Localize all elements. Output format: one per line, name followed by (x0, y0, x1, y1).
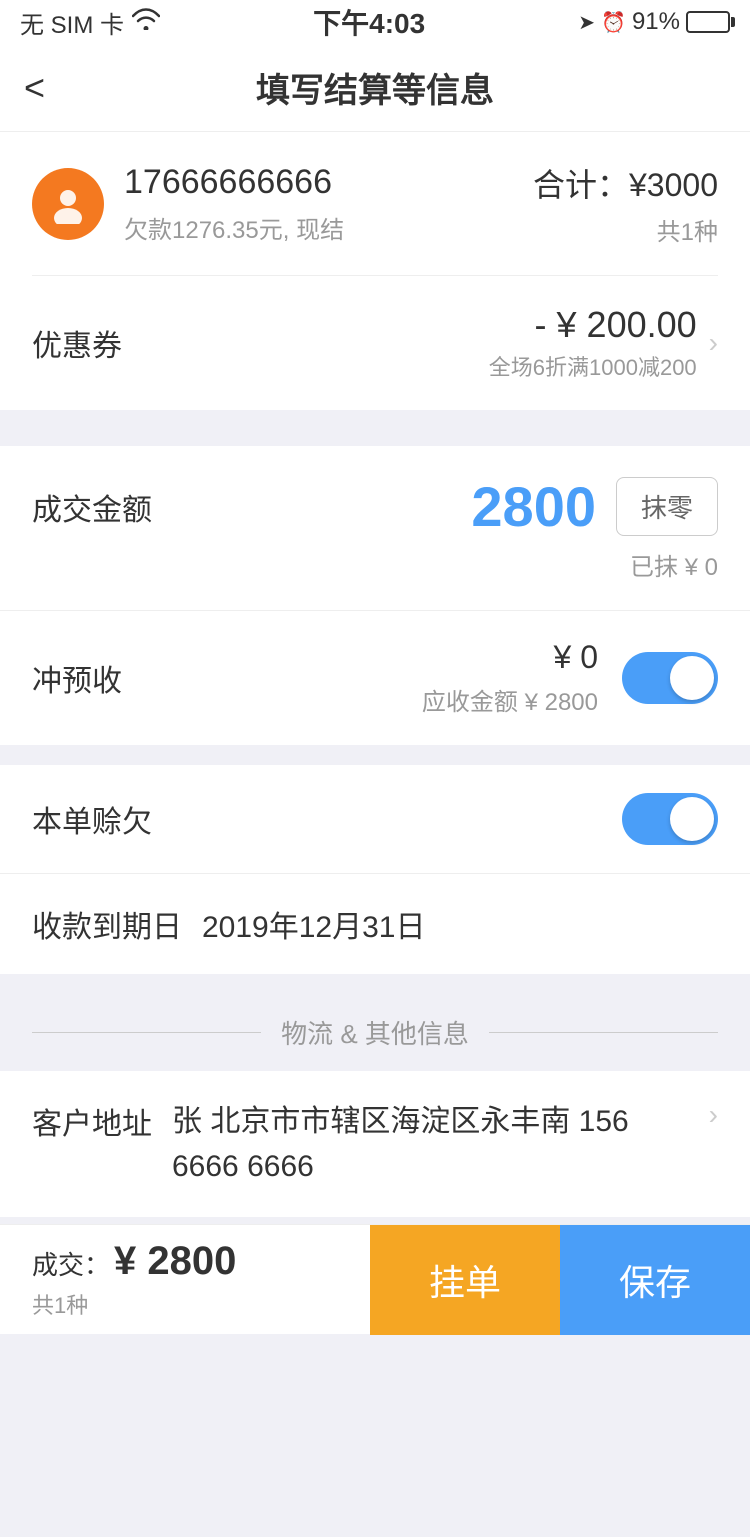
deal-section: 成交金额 2800 抹零 已抹 ¥ 0 (0, 446, 750, 610)
debt-row: 本单赊欠 (0, 765, 750, 873)
debt-label: 本单赊欠 (32, 797, 152, 841)
footer-deal-label: 成交： (32, 1245, 110, 1282)
status-bar: 无 SIM 卡 下午4:03 ➤ ⏰ 91% (0, 0, 750, 44)
section-divider-1 (0, 426, 750, 446)
pre-desc: 应收金额 ¥ 2800 (422, 682, 598, 717)
coupon-right: - ¥ 200.00 全场6折满1000减200 › (489, 304, 718, 382)
footer-info: 成交： ¥ 2800 共1种 (0, 1239, 370, 1320)
customer-debt: 欠款1276.35元, 现结 (124, 210, 344, 245)
customer-right: 合计：¥3000 共1种 (533, 160, 718, 247)
avatar (32, 168, 104, 240)
pre-receive-row: 冲预收 ¥ 0 应收金额 ¥ 2800 (0, 610, 750, 745)
pre-label: 冲预收 (32, 656, 122, 700)
deal-right: 2800 抹零 (471, 474, 718, 539)
status-right: ➤ ⏰ 91% (578, 8, 730, 36)
hang-button[interactable]: 挂单 (370, 1225, 560, 1335)
customer-left: 17666666666 欠款1276.35元, 现结 (32, 163, 344, 245)
nav-bar: < 填写结算等信息 (0, 44, 750, 132)
status-time: 下午4:03 (313, 2, 425, 42)
customer-phone: 17666666666 (124, 163, 344, 202)
due-label: 收款到期日 (32, 902, 182, 946)
footer-count: 共1种 (32, 1288, 338, 1320)
logistics-separator: 物流 & 其他信息 (0, 994, 750, 1071)
sep-line-left (32, 1032, 261, 1033)
carrier-text: 无 SIM 卡 (20, 5, 124, 40)
sep-line-right (489, 1032, 718, 1033)
back-button[interactable]: < (24, 67, 45, 109)
chevron-right-icon: › (709, 327, 718, 359)
section-divider-3 (0, 974, 750, 994)
location-icon: ➤ (578, 10, 595, 35)
round-button[interactable]: 抹零 (616, 477, 718, 536)
coupon-amount: - ¥ 200.00 (489, 304, 697, 346)
customer-row: 17666666666 欠款1276.35元, 现结 合计：¥3000 共1种 (0, 132, 750, 275)
pre-receive-toggle[interactable] (622, 652, 718, 704)
footer-total-amount: ¥ 2800 (114, 1239, 236, 1284)
pre-right: ¥ 0 应收金额 ¥ 2800 (422, 639, 598, 717)
page-title: 填写结算等信息 (256, 63, 494, 112)
due-value: 2019年12月31日 (202, 902, 425, 946)
section-divider-2 (0, 745, 750, 765)
address-label: 客户地址 (32, 1099, 152, 1143)
status-left: 无 SIM 卡 (20, 5, 160, 40)
customer-card: 17666666666 欠款1276.35元, 现结 合计：¥3000 共1种 … (0, 132, 750, 410)
total-count: 共1种 (533, 212, 718, 247)
deal-amount: 2800 (471, 474, 596, 539)
due-date-row: 收款到期日 2019年12月31日 (0, 873, 750, 974)
logistics-text: 物流 & 其他信息 (281, 1014, 469, 1051)
coupon-label: 优惠券 (32, 321, 122, 365)
coupon-desc: 全场6折满1000减200 (489, 350, 697, 382)
alarm-icon: ⏰ (601, 10, 626, 35)
address-row[interactable]: 客户地址 张 北京市市辖区海淀区永丰南 156 6666 6666 › (0, 1071, 750, 1217)
pre-amount: ¥ 0 (554, 639, 598, 676)
save-button[interactable]: 保存 (560, 1225, 750, 1335)
customer-info: 17666666666 欠款1276.35元, 现结 (124, 163, 344, 245)
battery-text: 91% (632, 8, 680, 36)
deal-row: 成交金额 2800 抹零 (32, 474, 718, 539)
address-chevron-icon: › (709, 1099, 718, 1131)
deal-sub: 已抹 ¥ 0 (32, 547, 718, 582)
coupon-row[interactable]: 优惠券 - ¥ 200.00 全场6折满1000减200 › (0, 276, 750, 410)
address-value: 张 北京市市辖区海淀区永丰南 156 6666 6666 (172, 1099, 697, 1189)
deal-label: 成交金额 (32, 485, 152, 529)
battery-icon (686, 11, 730, 33)
total-amount: 合计：¥3000 (533, 160, 718, 206)
coupon-info: - ¥ 200.00 全场6折满1000减200 (489, 304, 697, 382)
wifi-icon (132, 8, 160, 37)
footer: 成交： ¥ 2800 共1种 挂单 保存 (0, 1224, 750, 1334)
debt-toggle[interactable] (622, 793, 718, 845)
